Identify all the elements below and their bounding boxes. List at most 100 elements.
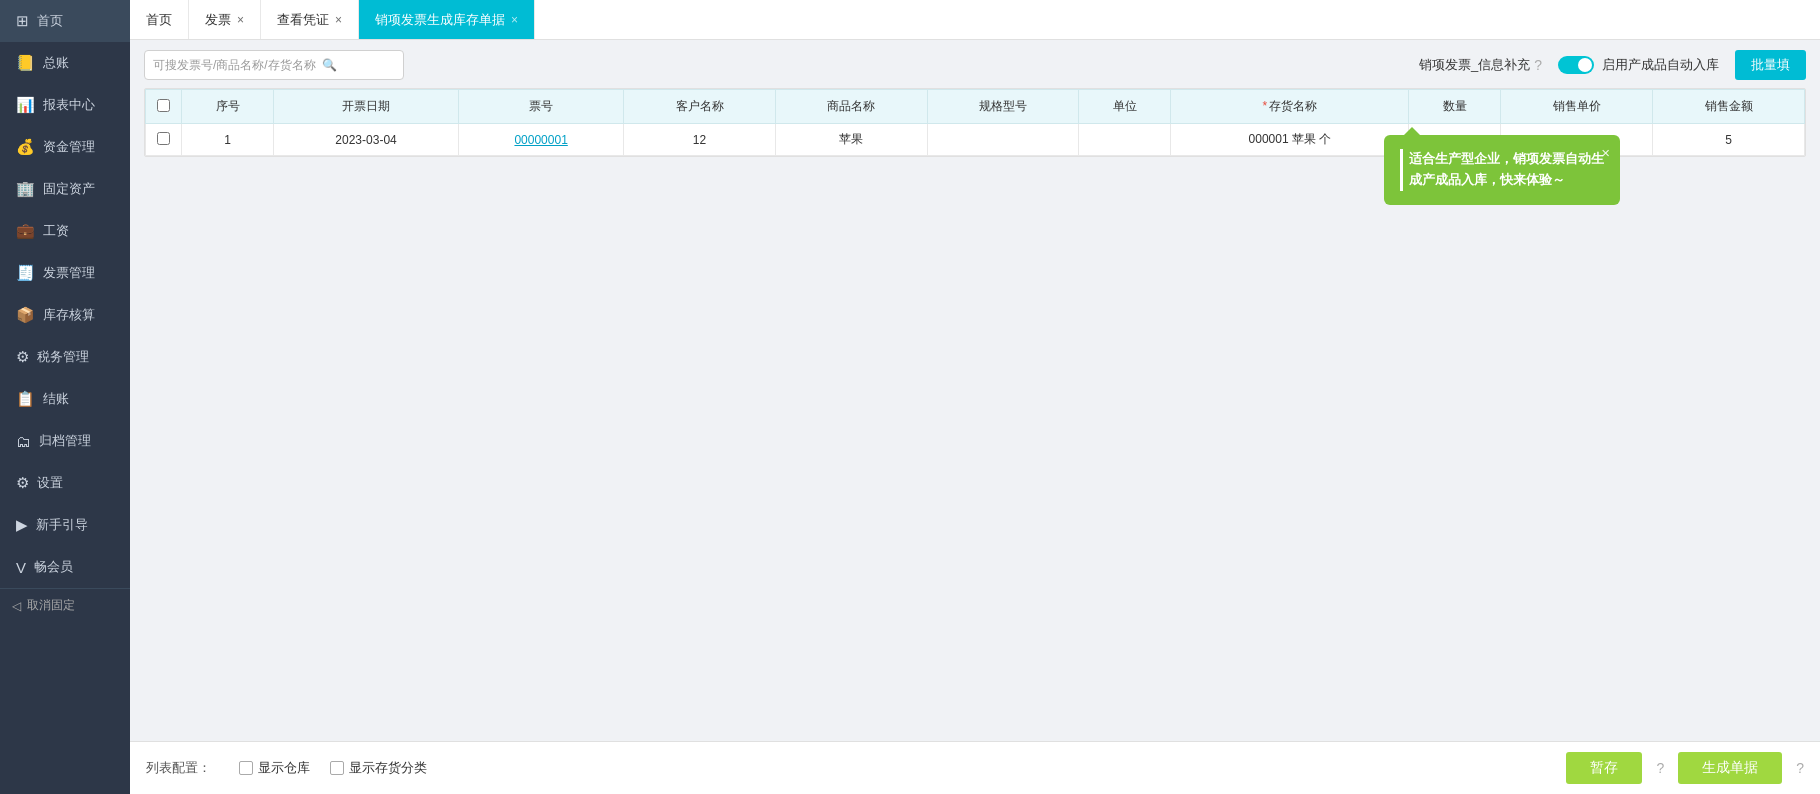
sidebar-item-label: 资金管理 [43, 138, 95, 156]
th-product: 商品名称 [775, 90, 927, 124]
sidebar-item-invoice[interactable]: 🧾 发票管理 [0, 252, 130, 294]
sidebar-item-label: 固定资产 [43, 180, 95, 198]
home-icon: ⊞ [16, 12, 29, 30]
tooltip-popup: × 适合生产型企业，销项发票自动生 成产成品入库，快来体验～ [1384, 135, 1620, 205]
table-header-row: 序号 开票日期 票号 客户名称 商品名称 规格型号 单位 *存货名称 数量 销售… [146, 90, 1805, 124]
sidebar-item-label: 结账 [43, 390, 69, 408]
settlement-icon: 📋 [16, 390, 35, 408]
sidebar-item-label: 税务管理 [37, 348, 89, 366]
unfix-label: 取消固定 [27, 597, 75, 614]
th-spec: 规格型号 [927, 90, 1079, 124]
sidebar-item-label: 设置 [37, 474, 63, 492]
generate-help-icon[interactable]: ? [1796, 760, 1804, 776]
sidebar-item-ledger[interactable]: 📒 总账 [0, 42, 130, 84]
toolbar-row: 可搜发票号/商品名称/存货名称 🔍 销项发票_信息补充 ? 启用产成品自动入库 … [144, 50, 1806, 80]
tab-credit-invoice[interactable]: 销项发票生成库存单据 × [359, 0, 535, 39]
sidebar-item-label: 库存核算 [43, 306, 95, 324]
list-config-label: 列表配置： [146, 759, 211, 777]
th-customer: 客户名称 [624, 90, 776, 124]
th-unit: 单位 [1079, 90, 1171, 124]
sidebar-item-home[interactable]: ⊞ 首页 [0, 0, 130, 42]
tab-bar: 首页 发票 × 查看凭证 × 销项发票生成库存单据 × [130, 0, 1820, 40]
ledger-icon: 📒 [16, 54, 35, 72]
sidebar-item-reports[interactable]: 📊 报表中心 [0, 84, 130, 126]
tooltip-text: 适合生产型企业，销项发票自动生 成产成品入库，快来体验～ [1400, 149, 1604, 191]
info-label-text: 销项发票_信息补充 [1419, 56, 1530, 74]
toggle-knob [1578, 58, 1592, 72]
assets-icon: 🏢 [16, 180, 35, 198]
warehouse-checkbox-box [239, 761, 253, 775]
auto-warehouse-toggle[interactable] [1558, 56, 1594, 74]
sidebar-item-label: 畅会员 [34, 558, 73, 576]
sidebar-item-label: 工资 [43, 222, 69, 240]
sidebar-item-inventory[interactable]: 📦 库存核算 [0, 294, 130, 336]
sidebar-item-member[interactable]: V 畅会员 [0, 546, 130, 588]
generate-button[interactable]: 生成单据 [1678, 752, 1782, 784]
member-icon: V [16, 559, 26, 576]
tab-credit-invoice-close[interactable]: × [511, 13, 518, 27]
th-quantity: 数量 [1409, 90, 1501, 124]
tooltip-close-button[interactable]: × [1601, 141, 1610, 165]
sidebar-item-funds[interactable]: 💰 资金管理 [0, 126, 130, 168]
tooltip-line1: 适合生产型企业，销项发票自动生 [1409, 151, 1604, 166]
toggle-wrap: 启用产成品自动入库 [1558, 56, 1719, 74]
sidebar-item-settings[interactable]: ⚙ 设置 [0, 462, 130, 504]
main-area: 首页 发票 × 查看凭证 × 销项发票生成库存单据 × 可搜发票号/商品名称/存… [130, 0, 1820, 794]
show-category-label: 显示存货分类 [349, 759, 427, 777]
sidebar: ⊞ 首页 📒 总账 📊 报表中心 💰 资金管理 🏢 固定资产 💼 工资 🧾 发票… [0, 0, 130, 794]
tab-voucher-close[interactable]: × [335, 13, 342, 27]
salary-icon: 💼 [16, 222, 35, 240]
th-date: 开票日期 [274, 90, 459, 124]
th-ticket-no: 票号 [459, 90, 624, 124]
funds-icon: 💰 [16, 138, 35, 156]
th-checkbox [146, 90, 182, 124]
search-placeholder: 可搜发票号/商品名称/存货名称 [153, 57, 316, 74]
invoice-icon: 🧾 [16, 264, 35, 282]
search-box[interactable]: 可搜发票号/商品名称/存货名称 🔍 [144, 50, 404, 80]
category-checkbox-box [330, 761, 344, 775]
guide-icon: ▶ [16, 516, 28, 534]
td-spec [927, 124, 1079, 156]
info-help-icon[interactable]: ? [1534, 57, 1542, 73]
tax-icon: ⚙ [16, 348, 29, 366]
td-seq: 1 [182, 124, 274, 156]
save-button[interactable]: 暂存 [1566, 752, 1642, 784]
save-help-icon[interactable]: ? [1656, 760, 1664, 776]
sidebar-item-label: 报表中心 [43, 96, 95, 114]
tab-home[interactable]: 首页 [130, 0, 189, 39]
sidebar-unfix[interactable]: ◁ 取消固定 [0, 588, 130, 622]
tab-voucher-label: 查看凭证 [277, 11, 329, 29]
show-category-checkbox[interactable]: 显示存货分类 [330, 759, 427, 777]
archive-icon: 🗂 [16, 433, 31, 450]
batch-fill-button[interactable]: 批量填 [1735, 50, 1806, 80]
tab-home-label: 首页 [146, 11, 172, 29]
sidebar-item-settlement[interactable]: 📋 结账 [0, 378, 130, 420]
info-label: 销项发票_信息补充 ? [1419, 56, 1542, 74]
th-seq: 序号 [182, 90, 274, 124]
bottom-actions: 暂存 ? 生成单据 ? [1566, 752, 1804, 784]
sidebar-item-salary[interactable]: 💼 工资 [0, 210, 130, 252]
sidebar-item-guide[interactable]: ▶ 新手引导 [0, 504, 130, 546]
sidebar-item-assets[interactable]: 🏢 固定资产 [0, 168, 130, 210]
inventory-icon: 📦 [16, 306, 35, 324]
sidebar-item-tax[interactable]: ⚙ 税务管理 [0, 336, 130, 378]
show-warehouse-label: 显示仓库 [258, 759, 310, 777]
sidebar-item-label: 总账 [43, 54, 69, 72]
td-ticket-no[interactable]: 00000001 [459, 124, 624, 156]
tab-invoice-close[interactable]: × [237, 13, 244, 27]
row-checkbox[interactable] [157, 132, 170, 145]
show-warehouse-checkbox[interactable]: 显示仓库 [239, 759, 310, 777]
td-date: 2023-03-04 [274, 124, 459, 156]
toggle-label: 启用产成品自动入库 [1602, 56, 1719, 74]
search-icon[interactable]: 🔍 [322, 58, 337, 72]
tab-voucher[interactable]: 查看凭证 × [261, 0, 359, 39]
sidebar-item-label: 首页 [37, 12, 63, 30]
ticket-link[interactable]: 00000001 [514, 133, 567, 147]
td-inventory: 000001 苹果 个 [1171, 124, 1409, 156]
td-checkbox [146, 124, 182, 156]
sidebar-item-archive[interactable]: 🗂 归档管理 [0, 420, 130, 462]
tooltip-line2: 成产成品入库，快来体验～ [1409, 172, 1565, 187]
select-all-checkbox[interactable] [157, 99, 170, 112]
td-amount: 5 [1653, 124, 1805, 156]
tab-invoice[interactable]: 发票 × [189, 0, 261, 39]
